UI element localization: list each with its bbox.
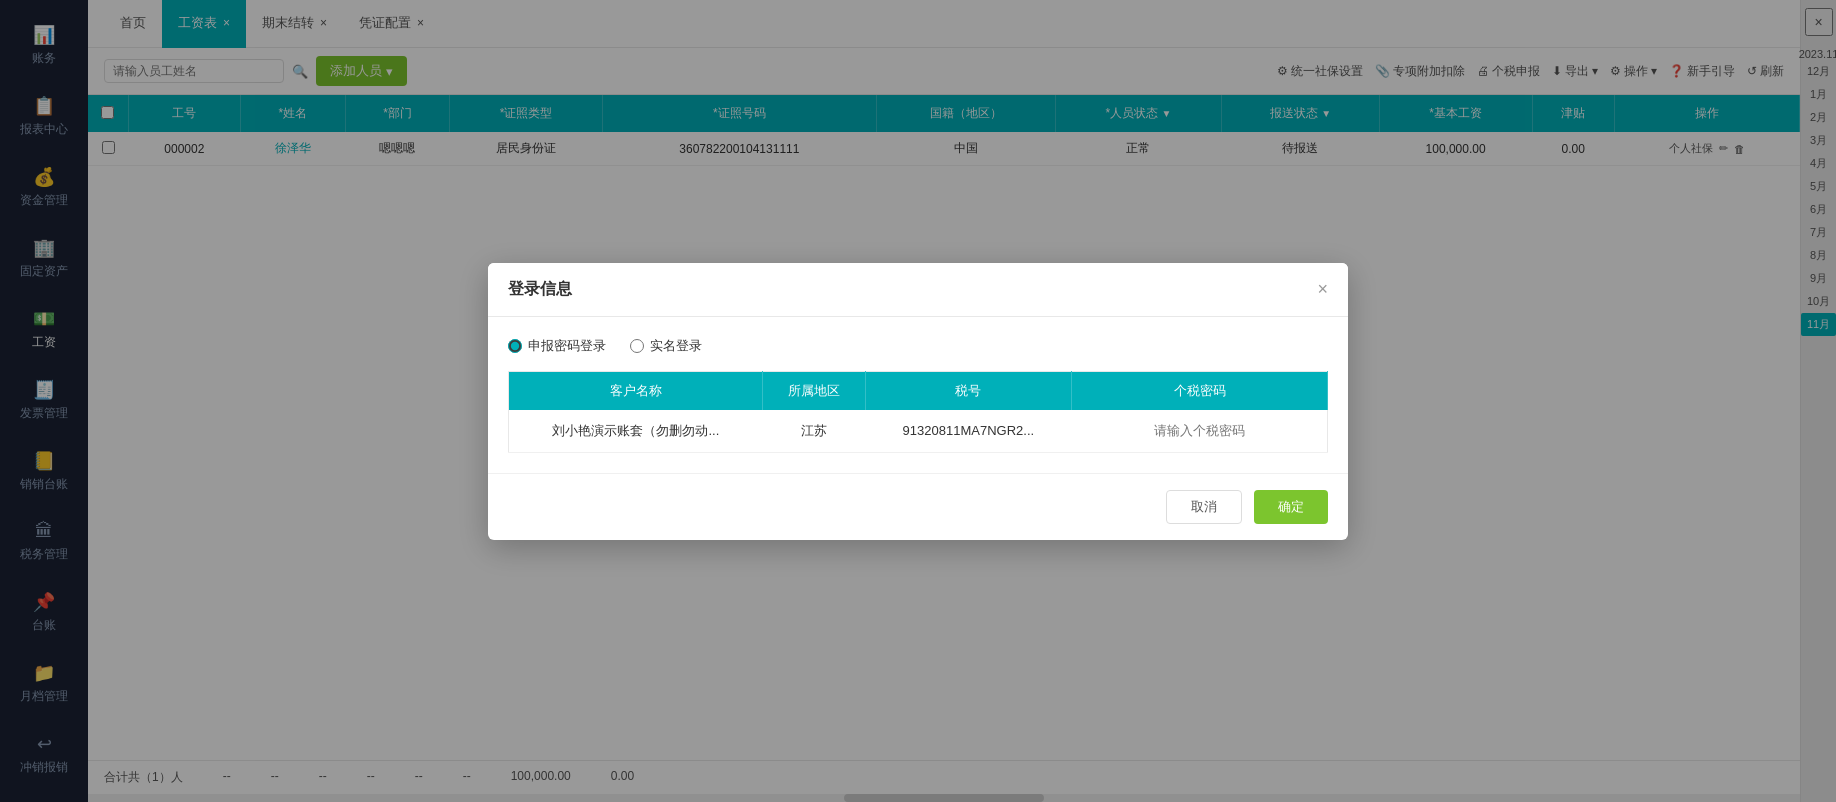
inner-table: 客户名称 所属地区 税号 个税密码 刘小艳演示账套（勿删勿动... 江苏 913…: [508, 371, 1328, 453]
confirm-button[interactable]: 确定: [1254, 490, 1328, 524]
inner-table-row: 刘小艳演示账套（勿删勿动... 江苏 91320811MA7NGR2...: [509, 410, 1328, 453]
dialog-close-button[interactable]: ×: [1317, 279, 1328, 300]
dialog-header: 登录信息 ×: [488, 263, 1348, 317]
dialog-overlay[interactable]: 登录信息 × 申报密码登录 实名登录 客户名称 所属地区: [0, 0, 1836, 802]
inner-header-taxno: 税号: [865, 371, 1072, 410]
inner-cell-password[interactable]: [1072, 410, 1328, 453]
dialog-body: 申报密码登录 实名登录 客户名称 所属地区 税号 个税密码: [488, 317, 1348, 473]
dialog-footer: 取消 确定: [488, 473, 1348, 540]
inner-header-region: 所属地区: [763, 371, 865, 410]
inner-cell-region: 江苏: [763, 410, 865, 453]
login-dialog: 登录信息 × 申报密码登录 实名登录 客户名称 所属地区: [488, 263, 1348, 540]
radio-realname-label: 实名登录: [650, 337, 702, 355]
radio-password-label: 申报密码登录: [528, 337, 606, 355]
tax-password-input[interactable]: [1084, 423, 1315, 438]
login-type-radio-group: 申报密码登录 实名登录: [508, 337, 1328, 355]
radio-password-login[interactable]: 申报密码登录: [508, 337, 606, 355]
inner-header-password: 个税密码: [1072, 371, 1328, 410]
inner-cell-taxno: 91320811MA7NGR2...: [865, 410, 1072, 453]
inner-header-name: 客户名称: [509, 371, 763, 410]
radio-realname-login[interactable]: 实名登录: [630, 337, 702, 355]
radio-password-input[interactable]: [508, 339, 522, 353]
cancel-button[interactable]: 取消: [1166, 490, 1242, 524]
inner-cell-name: 刘小艳演示账套（勿删勿动...: [509, 410, 763, 453]
radio-realname-input[interactable]: [630, 339, 644, 353]
dialog-title: 登录信息: [508, 279, 572, 300]
